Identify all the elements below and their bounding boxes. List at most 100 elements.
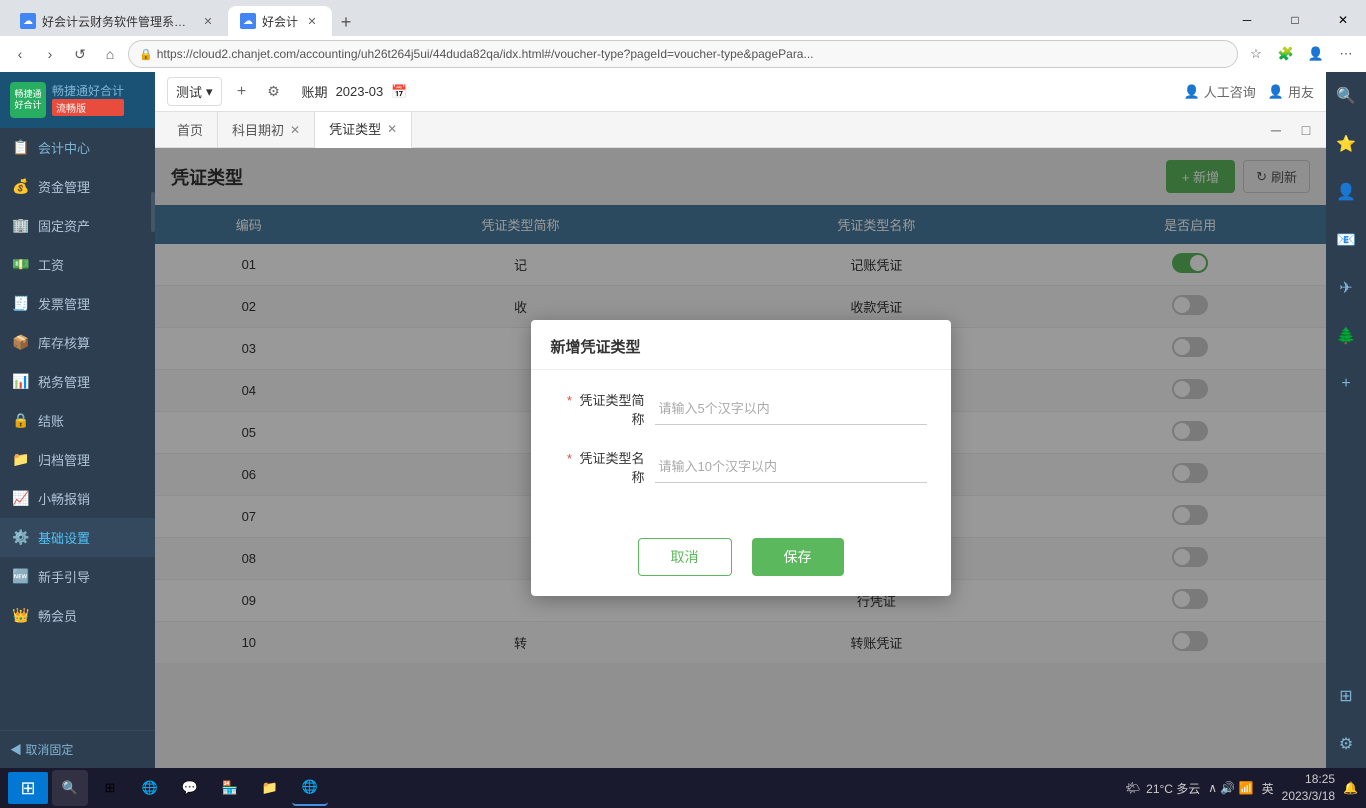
- cancel-button[interactable]: 取消: [638, 538, 732, 576]
- member-label: 畅会员: [38, 606, 77, 625]
- main-content: 测试 ▾ + ⚙ 账期 2023-03 📅 👤 人工咨询 👤 用友: [155, 72, 1326, 768]
- user-avatar: 👤: [1268, 84, 1284, 100]
- period-calendar-icon[interactable]: 📅: [391, 84, 407, 100]
- sidebar-item-capital[interactable]: 💰 资金管理: [0, 167, 155, 206]
- profile-icon[interactable]: 👤: [1304, 42, 1328, 66]
- notification-icon[interactable]: 🔔: [1343, 781, 1358, 795]
- taskbar-explorer[interactable]: 📁: [252, 770, 288, 806]
- grid-sidebar-btn[interactable]: ⊞: [1330, 680, 1362, 712]
- tax-label: 税务管理: [38, 372, 90, 391]
- sidebar-footer: ◀ 取消固定: [0, 730, 155, 768]
- invoice-label: 发票管理: [38, 294, 90, 313]
- short-name-input[interactable]: [655, 393, 927, 425]
- user-button[interactable]: 👤 用友: [1268, 82, 1314, 101]
- url-text: https://cloud2.chanjet.com/accounting/uh…: [157, 47, 814, 61]
- sidebar-item-report[interactable]: 📈 小畅报销: [0, 479, 155, 518]
- dashboard-label: 会计中心: [38, 138, 90, 157]
- address-bar[interactable]: 🔒 https://cloud2.chanjet.com/accounting/…: [128, 40, 1238, 68]
- plus-sidebar-btn[interactable]: +: [1330, 368, 1362, 400]
- tab1-title: 好会计云财务软件管理系统_会计: [42, 13, 194, 30]
- workspace-selector[interactable]: 测试 ▾: [167, 77, 222, 106]
- tab-voucher-type[interactable]: 凭证类型 ✕: [315, 112, 412, 148]
- tab-voucher-type-close[interactable]: ✕: [387, 122, 397, 136]
- search-sidebar-btn[interactable]: 🔍: [1330, 80, 1362, 112]
- help-icon: 👤: [1184, 84, 1200, 100]
- sidebar-item-settings[interactable]: ⚙️ 基础设置: [0, 518, 155, 557]
- sidebar-item-tax[interactable]: 📊 税务管理: [0, 362, 155, 401]
- forward-button[interactable]: ›: [38, 42, 62, 66]
- outlook-sidebar-btn[interactable]: 📧: [1330, 224, 1362, 256]
- taskbar-wechat[interactable]: 💬: [172, 770, 208, 806]
- modal-overlay: 新增凭证类型 * 凭证类型简称 *: [155, 148, 1326, 768]
- new-tab-button[interactable]: +: [332, 8, 360, 36]
- sidebar-item-salary[interactable]: 💵 工资: [0, 245, 155, 284]
- minimize-button[interactable]: ─: [1224, 4, 1270, 36]
- tab-minimize-icon[interactable]: ─: [1264, 118, 1288, 142]
- home-button[interactable]: ⌂: [98, 42, 122, 66]
- gear-sidebar-btn[interactable]: ⚙: [1330, 728, 1362, 760]
- right-sidebar: 🔍 ⭐ 👤 📧 ✈ 🌲 + ⊞ ⚙: [1326, 72, 1366, 768]
- tree-sidebar-btn[interactable]: 🌲: [1330, 320, 1362, 352]
- guide-icon: 🆕: [12, 568, 30, 586]
- send-sidebar-btn[interactable]: ✈: [1330, 272, 1362, 304]
- clock[interactable]: 18:25 2023/3/18: [1282, 771, 1335, 805]
- close-accounts-icon: 🔒: [12, 412, 30, 430]
- extensions-icon[interactable]: 🧩: [1274, 42, 1298, 66]
- period-label: 账期: [302, 82, 328, 101]
- sidebar-item-close[interactable]: 🔒 结账: [0, 401, 155, 440]
- collapse-label: ◀ 取消固定: [10, 741, 73, 758]
- system-tray: 🌤 21°C 多云: [1125, 780, 1200, 797]
- help-button[interactable]: 👤 人工咨询: [1184, 82, 1256, 101]
- tab2-close[interactable]: ✕: [304, 13, 320, 29]
- star-sidebar-btn[interactable]: ⭐: [1330, 128, 1362, 160]
- bookmark-icon[interactable]: ☆: [1244, 42, 1268, 66]
- sidebar-item-fixed-assets[interactable]: 🏢 固定资产: [0, 206, 155, 245]
- reload-button[interactable]: ↺: [68, 42, 92, 66]
- collapse-button[interactable]: ◀ 取消固定: [10, 741, 145, 758]
- dashboard-icon: 📋: [12, 139, 30, 157]
- tab-home[interactable]: 首页: [163, 112, 218, 148]
- salary-icon: 💵: [12, 256, 30, 274]
- tab-subject-init[interactable]: 科目期初 ✕: [218, 112, 315, 148]
- sidebar-item-member[interactable]: 👑 畅会员: [0, 596, 155, 635]
- settings-label: 基础设置: [38, 528, 90, 547]
- close-label: 结账: [38, 411, 64, 430]
- menu-icon[interactable]: ⋯: [1334, 42, 1358, 66]
- report-icon: 📈: [12, 490, 30, 508]
- tab1-close[interactable]: ✕: [200, 13, 216, 29]
- save-button[interactable]: 保存: [752, 538, 844, 576]
- tab-maximize-icon[interactable]: □: [1294, 118, 1318, 142]
- taskbar-browser[interactable]: 🌐: [292, 770, 328, 806]
- form-label-full: * 凭证类型名称: [555, 448, 655, 486]
- sidebar-item-dashboard[interactable]: 📋 会计中心: [0, 128, 155, 167]
- sidebar-item-invoice[interactable]: 🧾 发票管理: [0, 284, 155, 323]
- user-sidebar-btn[interactable]: 👤: [1330, 176, 1362, 208]
- form-row-full-name: * 凭证类型名称: [555, 448, 927, 486]
- tab-subject-init-close[interactable]: ✕: [290, 123, 300, 137]
- sidebar-item-inventory[interactable]: 📦 库存核算: [0, 323, 155, 362]
- sidebar-item-guide[interactable]: 🆕 新手引导: [0, 557, 155, 596]
- sidebar-header: 畅捷通好合计 畅捷通好合计 流畅版: [0, 72, 155, 128]
- full-name-input[interactable]: [655, 451, 927, 483]
- sidebar-item-archive[interactable]: 📁 归档管理: [0, 440, 155, 479]
- taskbar-store[interactable]: 🏪: [212, 770, 248, 806]
- maximize-button[interactable]: □: [1272, 4, 1318, 36]
- taskbar-search[interactable]: 🔍: [52, 770, 88, 806]
- date-display: 2023/3/18: [1282, 788, 1335, 805]
- browser-tab-1[interactable]: ☁ 好会计云财务软件管理系统_会计 ✕: [8, 6, 228, 36]
- tab-subject-init-label: 科目期初: [232, 120, 284, 139]
- time-display: 18:25: [1282, 771, 1335, 788]
- back-button[interactable]: ‹: [8, 42, 32, 66]
- guide-label: 新手引导: [38, 567, 90, 586]
- browser-tab-2[interactable]: ☁ 好会计 ✕: [228, 6, 332, 36]
- start-button[interactable]: ⊞: [8, 772, 48, 804]
- workspace-add-button[interactable]: +: [230, 80, 254, 104]
- help-label: 人工咨询: [1204, 82, 1256, 101]
- taskbar-edge[interactable]: 🌐: [132, 770, 168, 806]
- close-button[interactable]: ✕: [1320, 4, 1366, 36]
- form-row-short-name: * 凭证类型简称: [555, 390, 927, 428]
- period-info: 账期 2023-03 📅: [302, 82, 408, 101]
- workspace-settings-button[interactable]: ⚙: [262, 80, 286, 104]
- modal-title: 新增凭证类型: [551, 339, 641, 356]
- taskbar-task-view[interactable]: ⊞: [92, 770, 128, 806]
